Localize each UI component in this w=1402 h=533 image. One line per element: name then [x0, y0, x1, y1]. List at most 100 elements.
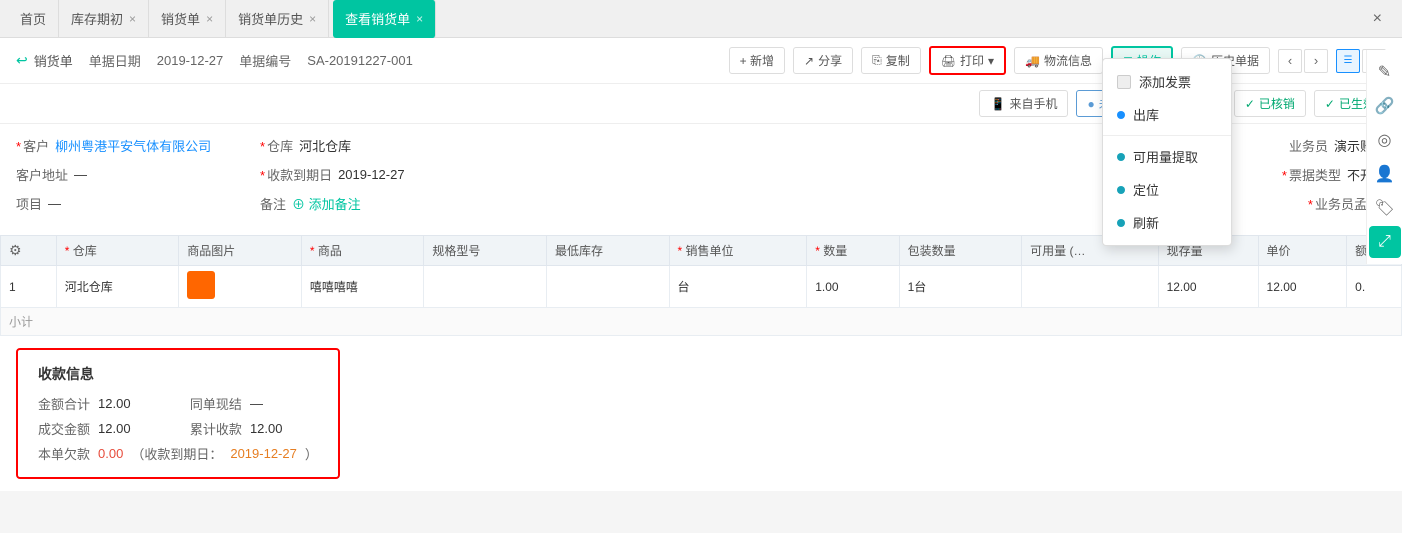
th-warehouse: * 仓库 [56, 236, 179, 266]
new-button[interactable]: + 新增 [729, 47, 785, 74]
tab-home[interactable]: 首页 [8, 0, 59, 38]
next-arrow[interactable]: › [1304, 49, 1328, 73]
th-pack-qty: 包装数量 [899, 236, 1022, 266]
project-label: 项目 [16, 194, 42, 213]
warehouse-value: 河北仓库 [299, 136, 351, 155]
doc-type-label: 销货单 [34, 51, 73, 70]
doc-icon: ↩ [16, 52, 28, 69]
share-icon: ↗ [804, 54, 814, 68]
tab-sales-history-close[interactable]: × [309, 12, 316, 26]
th-quantity: * 数量 [807, 236, 899, 266]
sidebar-edit-icon[interactable]: ✎ [1369, 56, 1401, 88]
sidebar-link-icon[interactable]: 🔗 [1369, 90, 1401, 122]
payment-grid: 金额合计 12.00 同单现结 — 成交金额 12.00 累计收款 12.00 … [38, 394, 318, 463]
print-button[interactable]: 🖨 打印 ▾ [929, 46, 1006, 75]
tab-sales-order[interactable]: 销货单 × [149, 0, 226, 38]
product-image [187, 271, 215, 299]
transaction-amount-value: 12.00 [98, 421, 131, 436]
tab-sales-history[interactable]: 销货单历史 × [226, 0, 329, 38]
th-sales-unit: * 销售单位 [669, 236, 807, 266]
dropdown-divider [1103, 135, 1231, 136]
payment-title: 收款信息 [38, 364, 318, 384]
same-order-value: — [250, 396, 263, 411]
sales-staff-label: 业务员孟 [1308, 194, 1367, 213]
balance-due-value: 0.00 [98, 446, 123, 461]
cumulative-received-label: 累计收款 [190, 419, 242, 438]
subtotal-row: 小计 [1, 308, 1402, 336]
logistics-icon: 🚚 [1025, 54, 1040, 68]
logistics-button[interactable]: 🚚 物流信息 [1014, 47, 1103, 74]
td-pack-qty: 1台 [899, 266, 1022, 308]
sidebar-tag-icon[interactable]: 🏷 [1369, 192, 1401, 224]
th-product: * 商品 [301, 236, 424, 266]
td-spec [424, 266, 547, 308]
tab-sales-order-close[interactable]: × [206, 12, 213, 26]
tab-check-sales[interactable]: 查看销货单 × [333, 0, 436, 38]
same-order-row: 同单现结 — [190, 394, 318, 413]
effective-check-icon: ✓ [1325, 97, 1335, 111]
ticket-icon: ● [1087, 97, 1094, 111]
dropdown-add-invoice[interactable]: 添加发票 [1103, 65, 1231, 98]
list-view-btn[interactable]: ☰ [1336, 49, 1360, 73]
address-field: 客户地址 — [16, 165, 236, 184]
already-cancelled-button[interactable]: ✓ 已核销 [1234, 90, 1306, 117]
note-field: 备注 ⊕ 添加备注 [260, 194, 480, 213]
share-button[interactable]: ↗ 分享 [793, 47, 853, 74]
th-gear: ⚙ [1, 236, 57, 266]
dropdown-available-qty[interactable]: 可用量提取 [1103, 140, 1231, 173]
amount-total-row: 金额合计 12.00 [38, 394, 166, 413]
prev-arrow[interactable]: ‹ [1278, 49, 1302, 73]
tab-inventory-init-close[interactable]: × [129, 12, 136, 26]
outbound-dot [1117, 111, 1125, 119]
td-row-num: 1 [1, 266, 57, 308]
td-current-stock: 12.00 [1158, 266, 1258, 308]
balance-due-note-end: ） [305, 444, 318, 463]
customer-value[interactable]: 柳州粤港平安气体有限公司 [55, 136, 211, 155]
phone-icon: 📱 [990, 97, 1005, 111]
dropdown-locate[interactable]: 定位 [1103, 173, 1231, 206]
gear-icon[interactable]: ⚙ [9, 242, 22, 258]
doc-actions: + 新增 ↗ 分享 ⎘ 复制 🖨 打印 ▾ 🚚 物流信息 ⊞ 操作 [729, 46, 1386, 75]
th-unit-price: 单价 [1258, 236, 1347, 266]
product-table-wrapper: ⚙ * 仓库 商品图片 * 商品 规格型号 最低库存 * 销售单位 * 数量 包… [0, 235, 1402, 336]
payment-date-value: 2019-12-27 [338, 167, 405, 182]
th-min-stock: 最低库存 [546, 236, 669, 266]
tab-check-sales-close[interactable]: × [416, 12, 423, 26]
sidebar-user-icon[interactable]: 👤 [1369, 158, 1401, 190]
dropdown-refresh[interactable]: 刷新 [1103, 206, 1231, 239]
from-phone-button[interactable]: 📱 来自手机 [979, 90, 1068, 117]
balance-due-label: 本单欠款 [38, 444, 90, 463]
cumulative-received-value: 12.00 [250, 421, 283, 436]
add-note-button[interactable]: ⊕ 添加备注 [292, 194, 361, 213]
th-product-img: 商品图片 [179, 236, 302, 266]
td-product-img [179, 266, 302, 308]
global-close-button[interactable]: × [1361, 10, 1394, 28]
tab-inventory-init[interactable]: 库存期初 × [59, 0, 149, 38]
sidebar-expand-icon[interactable]: ⤢ [1369, 226, 1401, 258]
amount-total-value: 12.00 [98, 396, 131, 411]
td-unit-price: 12.00 [1258, 266, 1347, 308]
warehouse-field: 仓库 河北仓库 [260, 136, 480, 155]
th-spec: 规格型号 [424, 236, 547, 266]
td-sales-unit: 台 [669, 266, 807, 308]
sidebar-circle-icon[interactable]: ◎ [1369, 124, 1401, 156]
no-value: SA-20191227-001 [307, 53, 413, 68]
amount-total-label: 金额合计 [38, 394, 90, 413]
dropdown-outbound[interactable]: 出库 [1103, 98, 1231, 131]
address-label: 客户地址 [16, 165, 68, 184]
copy-button[interactable]: ⎘ 复制 [861, 47, 921, 74]
balance-due-note: （收款到期日： [131, 444, 222, 463]
balance-due-date: 2019-12-27 [230, 446, 297, 461]
payment-info-box: 收款信息 金额合计 12.00 同单现结 — 成交金额 12.00 累计收款 1… [16, 348, 340, 479]
cumulative-received-row: 累计收款 12.00 [190, 419, 318, 438]
transaction-amount-label: 成交金额 [38, 419, 90, 438]
table-row: 1 河北仓库 嘻嘻嘻嘻 台 1.00 1台 12.00 12.00 0. [1, 266, 1402, 308]
no-label: 单据编号 [239, 51, 291, 70]
td-warehouse: 河北仓库 [56, 266, 179, 308]
print-dropdown-arrow: ▾ [988, 54, 994, 68]
td-product: 嘻嘻嘻嘻 [301, 266, 424, 308]
right-sidebar: ✎ 🔗 ◎ 👤 🏷 ⤢ [1366, 50, 1402, 264]
cancelled-check-icon: ✓ [1245, 97, 1255, 111]
subtotal-label: 小计 [1, 308, 1402, 336]
project-field: 项目 — [16, 194, 236, 213]
